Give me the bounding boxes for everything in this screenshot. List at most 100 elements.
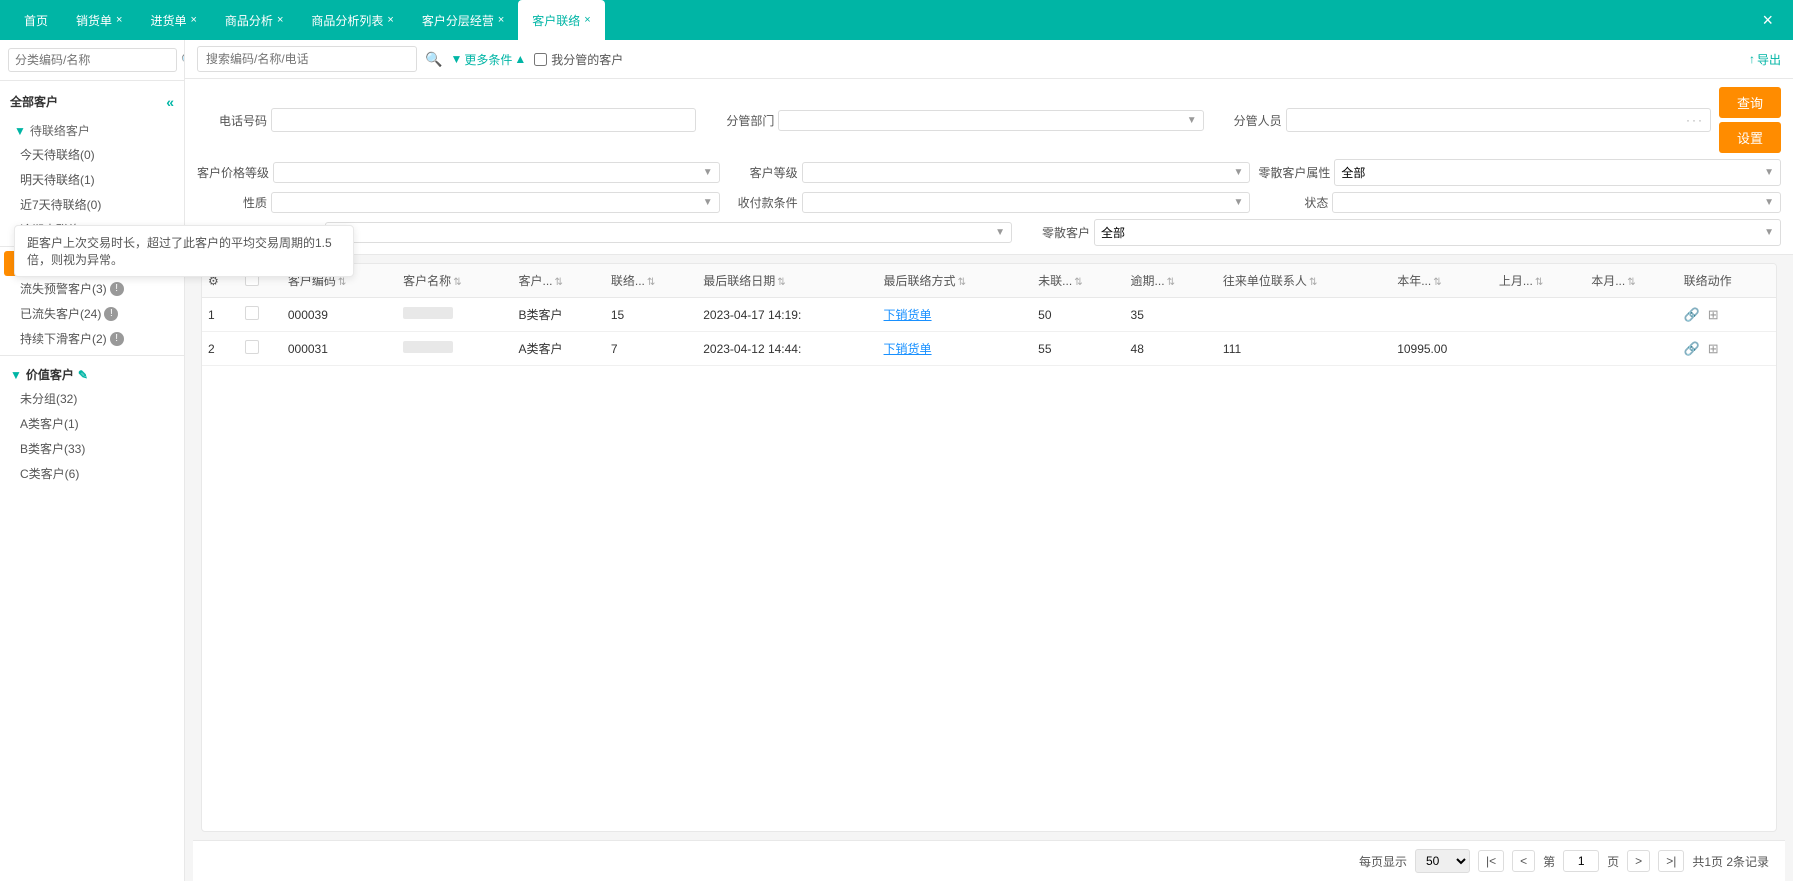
sidebar-item-churn-warning[interactable]: 流失预警客户(3) !	[0, 276, 184, 301]
sort-icon: ⇅	[453, 277, 461, 288]
col-contact-count[interactable]: 联络...⇅	[605, 264, 697, 298]
col-contacts[interactable]: 往来单位联系人⇅	[1217, 264, 1391, 298]
sidebar-item-ungrouped[interactable]: 未分组(32)	[0, 386, 184, 411]
info-icon-churned[interactable]: !	[104, 307, 118, 321]
grid-icon[interactable]: ⊞	[1708, 307, 1719, 323]
filter-row-2: 客户价格等级 ▼ 客户等级 ▼ 零散客户属性 全部	[197, 159, 1781, 186]
nav-product-analysis[interactable]: 商品分析 ×	[211, 0, 297, 40]
my-customers-checkbox[interactable]	[534, 53, 547, 66]
my-customers-checkbox-label[interactable]: 我分管的客户	[534, 51, 623, 68]
cell-name	[397, 332, 512, 366]
query-button[interactable]: 查询	[1719, 87, 1781, 118]
sidebar-item-class-a[interactable]: A类客户(1)	[0, 411, 184, 436]
row-checkbox[interactable]	[245, 306, 259, 320]
chevron-down-icon: ▼	[995, 227, 1005, 238]
col-last-date[interactable]: 最后联络日期⇅	[697, 264, 877, 298]
sidebar-item-tomorrow-pending[interactable]: 明天待联络(1)	[0, 167, 184, 192]
col-action: 联络动作	[1678, 264, 1776, 298]
nav-close-contact[interactable]: ×	[584, 14, 590, 26]
gender-select[interactable]: ▼	[271, 192, 720, 213]
chevron-down-icon: ▼	[703, 167, 713, 178]
payment-select[interactable]: ▼	[802, 192, 1251, 213]
cell-checkbox[interactable]	[239, 298, 282, 332]
nav-customer-segment[interactable]: 客户分层经营 ×	[408, 0, 518, 40]
sidebar-item-7days-pending[interactable]: 近7天待联络(0)	[0, 192, 184, 217]
category-search-input[interactable]	[8, 48, 177, 72]
nav-close-purchase[interactable]: ×	[190, 14, 196, 26]
col-name[interactable]: 客户名称⇅	[397, 264, 512, 298]
sidebar-item-class-b[interactable]: B类客户(33)	[0, 436, 184, 461]
sidebar-item-churned[interactable]: 已流失客户(24) !	[0, 301, 184, 326]
col-last-month[interactable]: 上月...⇅	[1493, 264, 1585, 298]
retail-customer-select[interactable]: 全部 ▼	[1094, 219, 1781, 246]
last-method-link[interactable]: 下销货单	[884, 308, 932, 322]
sort-icon: ⇅	[1627, 277, 1635, 288]
retail-attr-select[interactable]: 全部 ▼	[1334, 159, 1781, 186]
page-input[interactable]	[1563, 850, 1599, 872]
nav-close-segment[interactable]: ×	[498, 14, 504, 26]
cell-last-month	[1493, 332, 1585, 366]
settings-button[interactable]: 设置	[1719, 122, 1781, 153]
nav-purchase-order[interactable]: 进货单 ×	[136, 0, 210, 40]
customer-level-select[interactable]: ▼	[802, 162, 1251, 183]
close-window-button[interactable]: ×	[1752, 10, 1783, 31]
nav-customer-contact[interactable]: 客户联络 ×	[518, 0, 604, 40]
row-checkbox[interactable]	[245, 340, 259, 354]
info-icon-declining[interactable]: !	[110, 332, 124, 346]
cell-checkbox[interactable]	[239, 332, 282, 366]
more-icon[interactable]: ···	[1686, 113, 1704, 127]
cell-action: 🔗 ⊞	[1678, 298, 1776, 332]
per-page-select[interactable]: 50 100 200	[1415, 849, 1470, 873]
nav-close-product-list[interactable]: ×	[387, 14, 393, 26]
cell-last-method[interactable]: 下销货单	[878, 298, 1033, 332]
sidebar-item-declining[interactable]: 持续下滑客户(2) !	[0, 326, 184, 351]
last-page-button[interactable]: >|	[1658, 850, 1684, 872]
status-select[interactable]: ▼	[1332, 192, 1781, 213]
filter-row-4: ··· 客户类型 ▼ 零散客户 全部 ▼	[197, 219, 1781, 246]
gender-label: 性质	[197, 194, 267, 211]
col-overdue[interactable]: 逾期...⇅	[1125, 264, 1217, 298]
col-uncontacted[interactable]: 未联...⇅	[1032, 264, 1124, 298]
sidebar-item-today-pending[interactable]: 今天待联络(0)	[0, 142, 184, 167]
cell-action: 🔗 ⊞	[1678, 332, 1776, 366]
next-page-button[interactable]: >	[1627, 850, 1650, 872]
info-icon-churn-warning[interactable]: !	[110, 282, 124, 296]
last-method-link[interactable]: 下销货单	[884, 342, 932, 356]
sidebar-collapse-button[interactable]: «	[166, 94, 174, 110]
price-level-select[interactable]: ▼	[273, 162, 720, 183]
nav-sales-order[interactable]: 销货单 ×	[62, 0, 136, 40]
cell-last-method[interactable]: 下销货单	[878, 332, 1033, 366]
phone-input[interactable]	[271, 108, 696, 132]
customer-type-select[interactable]: ▼	[325, 222, 1012, 243]
cell-overdue: 48	[1125, 332, 1217, 366]
nav-home[interactable]: 首页	[10, 0, 62, 40]
col-level[interactable]: 客户...⇅	[512, 264, 604, 298]
edit-icon[interactable]: ✎	[78, 368, 88, 382]
col-this-month[interactable]: 本月...⇅	[1585, 264, 1677, 298]
link-icon[interactable]: 🔗	[1684, 341, 1700, 357]
all-customers-title[interactable]: 全部客户 «	[0, 87, 184, 116]
search-input[interactable]	[197, 46, 417, 72]
prev-page-button[interactable]: <	[1512, 850, 1535, 872]
export-icon: ↑	[1749, 52, 1755, 66]
nav-close-sales[interactable]: ×	[116, 14, 122, 26]
first-page-button[interactable]: |<	[1478, 850, 1504, 872]
filter-search-icon[interactable]: 🔍	[425, 51, 442, 68]
more-conditions-button[interactable]: ▼ 更多条件 ▲	[450, 51, 526, 68]
sort-icon: ⇅	[958, 277, 966, 288]
col-this-year[interactable]: 本年...⇅	[1391, 264, 1493, 298]
manager-select[interactable]: ···	[1286, 108, 1711, 132]
department-select[interactable]: ▼	[778, 110, 1203, 131]
chevron-down-icon: ▲	[514, 52, 526, 66]
expand-triangle-icon: ▼	[14, 124, 26, 138]
col-last-method[interactable]: 最后联络方式⇅	[878, 264, 1033, 298]
nav-close-product[interactable]: ×	[277, 14, 283, 26]
export-button[interactable]: ↑ 导出	[1749, 51, 1781, 68]
grid-icon[interactable]: ⊞	[1708, 341, 1719, 357]
link-icon[interactable]: 🔗	[1684, 307, 1700, 323]
tooltip-box: 距客户上次交易时长，超过了此客户的平均交易周期的1.5倍，则视为异常。	[14, 225, 354, 277]
nav-product-analysis-list[interactable]: 商品分析列表 ×	[297, 0, 407, 40]
filter-row-3: 性质 ▼ 收付款条件 ▼ 状态	[197, 192, 1781, 213]
sort-icon: ⇅	[555, 277, 563, 288]
sidebar-item-class-c[interactable]: C类客户(6)	[0, 461, 184, 486]
